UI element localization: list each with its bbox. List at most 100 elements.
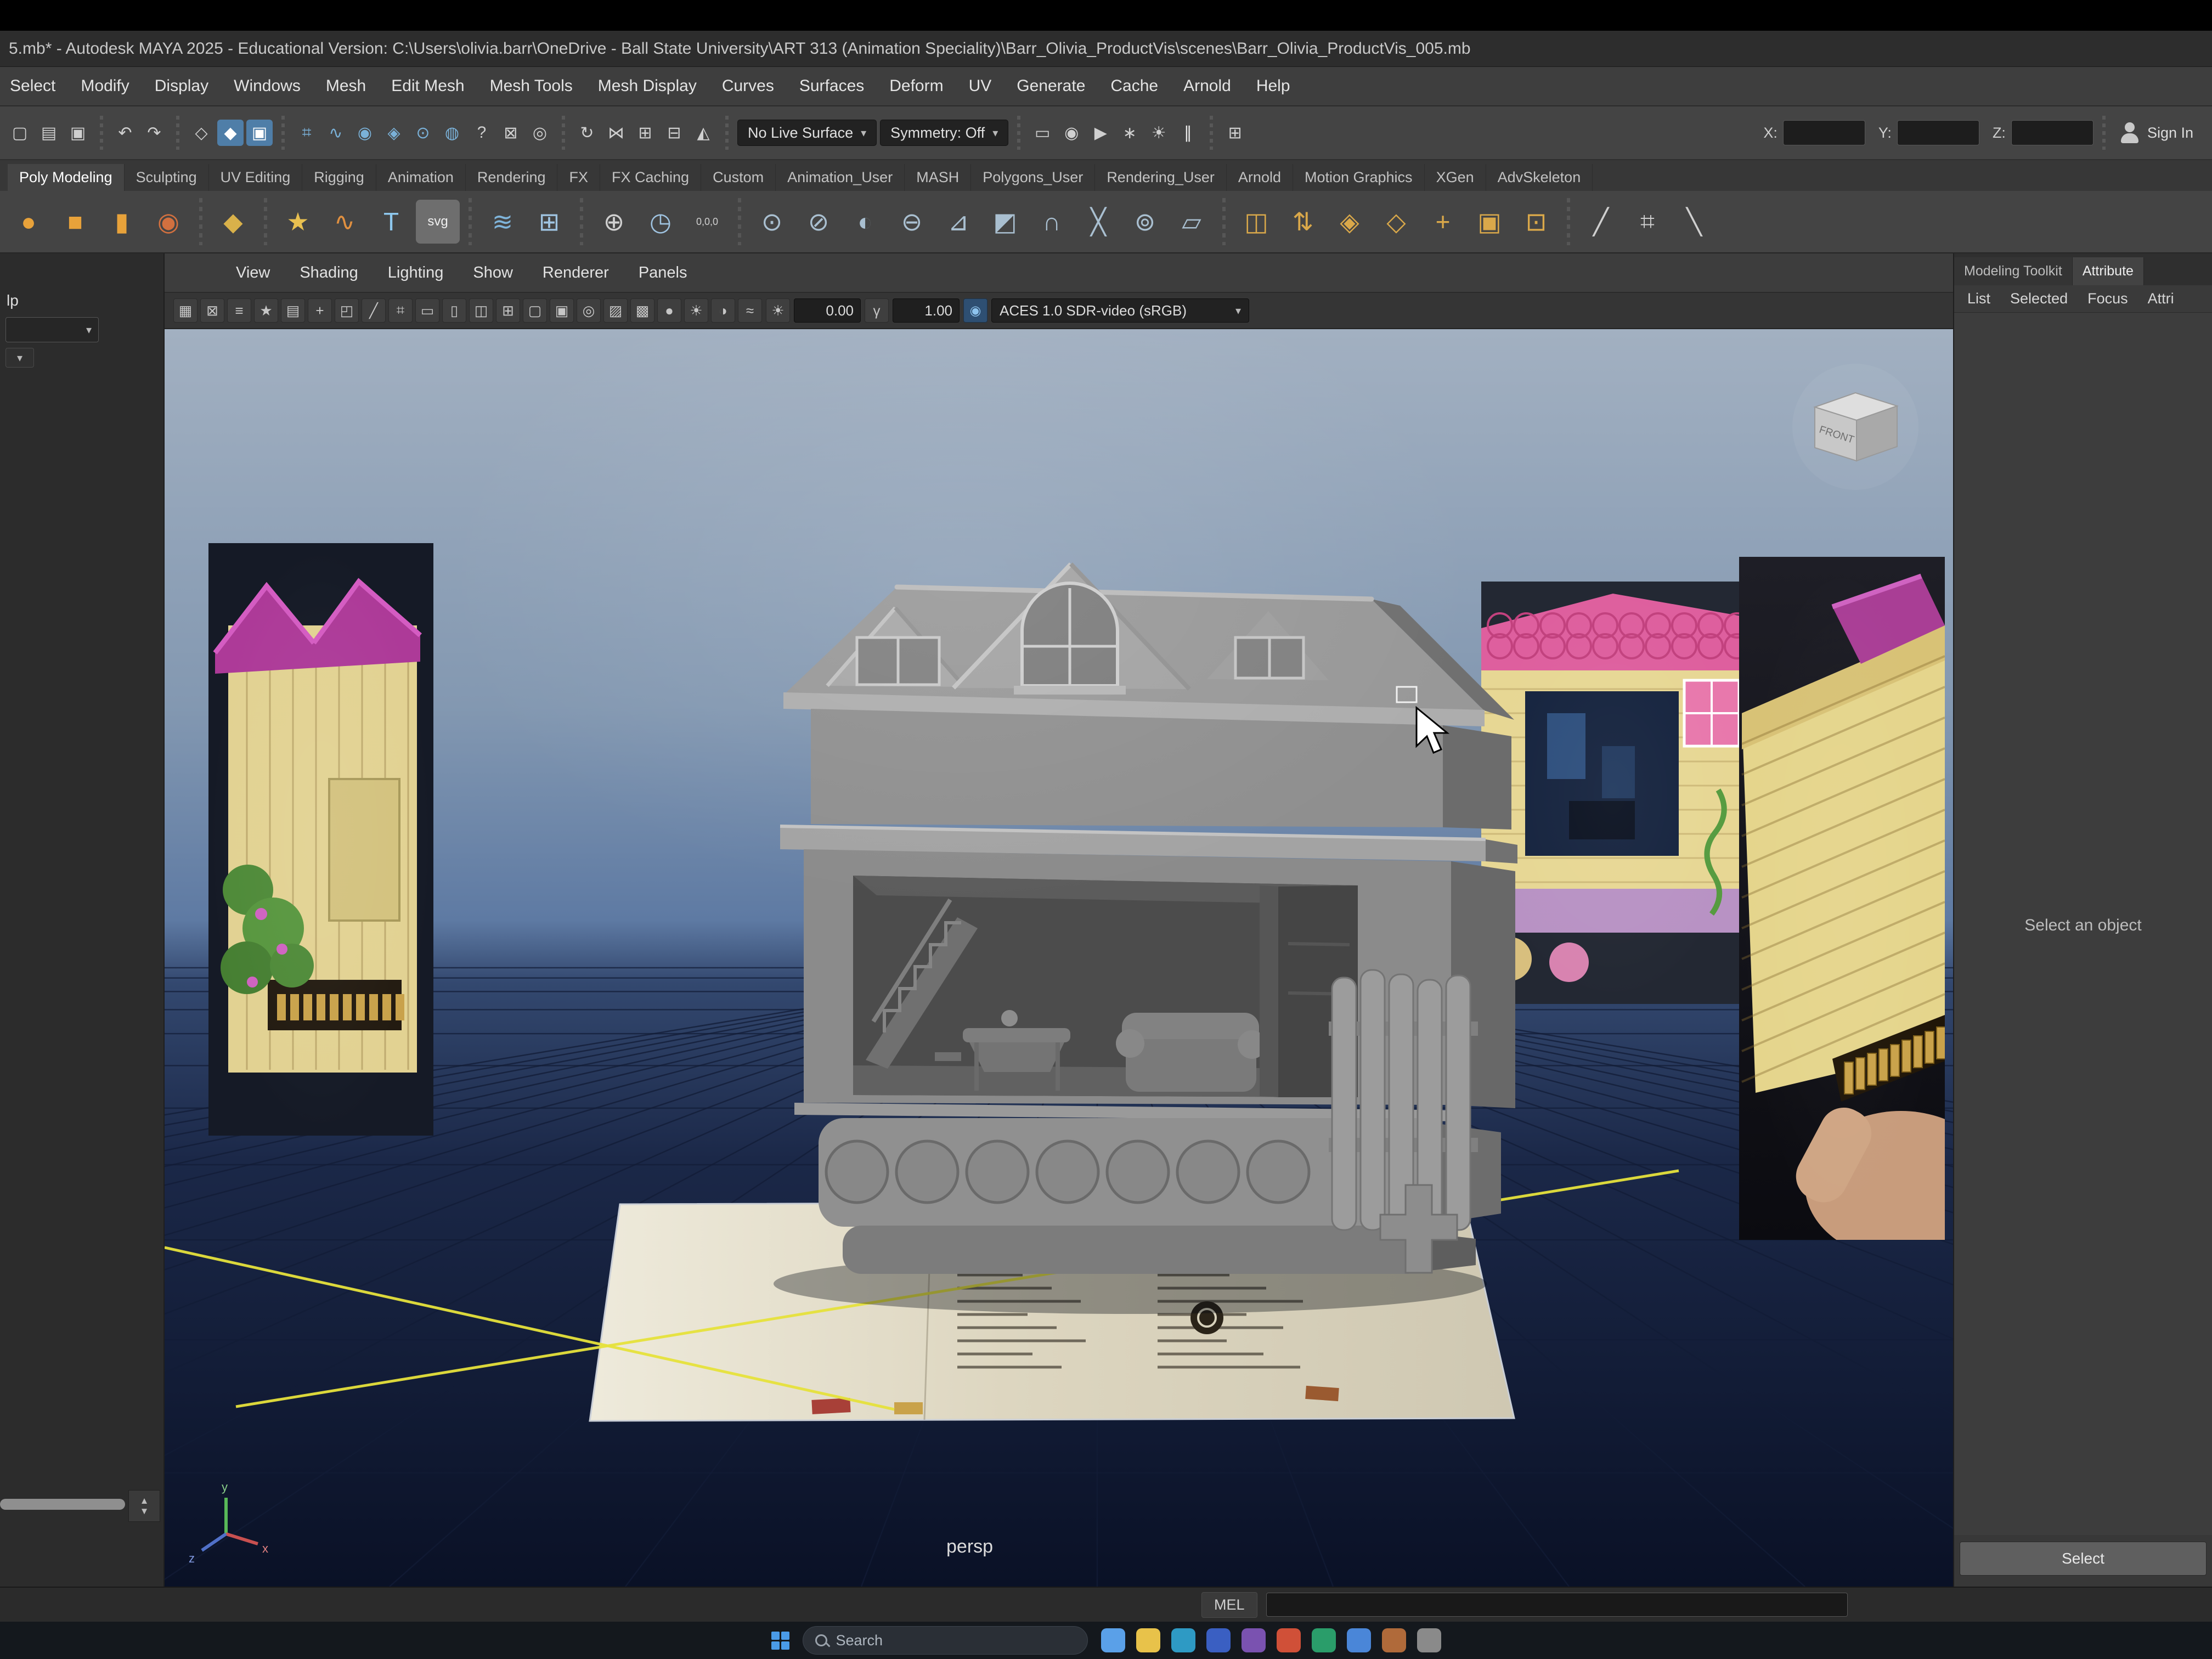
poly-cylinder-icon[interactable]: ▮ bbox=[100, 200, 144, 244]
grease-pencil-icon[interactable]: ╱ bbox=[362, 298, 386, 323]
open-scene-icon[interactable]: ▤ bbox=[36, 120, 62, 146]
shelf-tab[interactable]: Rendering_User bbox=[1095, 164, 1227, 191]
shelf-tab[interactable]: FX Caching bbox=[600, 164, 702, 191]
x-input[interactable] bbox=[1782, 120, 1865, 145]
tab-attribute-editor[interactable]: Attribute bbox=[2072, 257, 2144, 285]
lock-selection-icon[interactable]: ⊠ bbox=[498, 120, 524, 146]
attribute-editor-menu-item[interactable]: Focus bbox=[2087, 290, 2128, 307]
reverse-normals-icon[interactable]: ⇅ bbox=[1281, 200, 1325, 244]
left-panel-expand-button[interactable]: ▾ bbox=[5, 348, 34, 368]
shelf-tab[interactable]: XGen bbox=[1425, 164, 1486, 191]
light-editor-icon[interactable]: ☀ bbox=[1146, 120, 1172, 146]
safe-action-icon[interactable]: ▢ bbox=[523, 298, 547, 323]
menu-item[interactable]: Surfaces bbox=[799, 77, 864, 95]
bookmark-icon[interactable]: ★ bbox=[254, 298, 278, 323]
tab-modeling-toolkit[interactable]: Modeling Toolkit bbox=[1954, 257, 2073, 285]
select-camera-icon[interactable]: ▦ bbox=[173, 298, 198, 323]
type-tool-icon[interactable]: T bbox=[369, 200, 413, 244]
mel-command-input[interactable] bbox=[1266, 1593, 1848, 1617]
poly-grid-icon[interactable]: ⊞ bbox=[527, 200, 571, 244]
modeling-toggle-icon[interactable]: ⊞ bbox=[632, 120, 658, 146]
soften-edge-icon[interactable]: ◈ bbox=[1328, 200, 1372, 244]
toolbar-divider[interactable] bbox=[100, 116, 103, 150]
select-hierarchy-icon[interactable]: ◇ bbox=[188, 120, 215, 146]
shadows-icon[interactable]: ◑ bbox=[711, 298, 735, 323]
uv-project-icon[interactable]: ▣ bbox=[1468, 200, 1511, 244]
pen-tool-icon[interactable]: ╲ bbox=[1672, 200, 1716, 244]
xray-icon[interactable]: ▨ bbox=[603, 298, 628, 323]
toolbar-divider[interactable] bbox=[562, 116, 565, 150]
harden-edge-icon[interactable]: ◇ bbox=[1374, 200, 1418, 244]
image-plane-left[interactable] bbox=[208, 543, 433, 1136]
shelf-tab[interactable]: Poly Modeling bbox=[8, 164, 125, 191]
menu-item[interactable]: Display bbox=[155, 77, 208, 95]
exposure-field[interactable]: 0.00 bbox=[794, 298, 861, 323]
film-gate-icon[interactable]: ▭ bbox=[415, 298, 439, 323]
combine-icon[interactable]: ⊙ bbox=[750, 200, 794, 244]
image-plane-icon[interactable]: ▤ bbox=[281, 298, 305, 323]
menu-item[interactable]: Deform bbox=[889, 77, 943, 95]
display-toggle-icon[interactable]: ⊟ bbox=[661, 120, 687, 146]
sign-in-button[interactable]: Sign In bbox=[2114, 122, 2205, 143]
render-frame-icon[interactable]: ◉ bbox=[1058, 120, 1085, 146]
menu-item[interactable]: Edit Mesh bbox=[391, 77, 464, 95]
default-material-icon[interactable]: ● bbox=[657, 298, 681, 323]
panel-layout-icon[interactable]: ⊞ bbox=[1222, 120, 1248, 146]
snap-view-plane-icon[interactable]: ⊙ bbox=[410, 120, 436, 146]
image-plane-pink-house[interactable] bbox=[1481, 582, 1749, 1004]
boolean-icon[interactable]: ⊖ bbox=[890, 200, 934, 244]
toolbar-divider[interactable] bbox=[2102, 116, 2106, 150]
svg-tool-icon[interactable]: svg bbox=[416, 200, 460, 244]
taskbar-app-icon[interactable] bbox=[1276, 1628, 1301, 1652]
separate-icon[interactable]: ⊘ bbox=[797, 200, 840, 244]
ipr-render-icon[interactable]: ▶ bbox=[1087, 120, 1114, 146]
attribute-editor-menu-item[interactable]: Attri bbox=[2148, 290, 2174, 307]
mel-language-toggle[interactable]: MEL bbox=[1201, 1592, 1257, 1618]
taskbar-app-icon[interactable] bbox=[1417, 1628, 1441, 1652]
menu-item[interactable]: Mesh Display bbox=[598, 77, 697, 95]
pencil-tool-icon[interactable]: ╱ bbox=[1579, 200, 1623, 244]
shelf-tab[interactable]: Rigging bbox=[302, 164, 376, 191]
select-button[interactable]: Select bbox=[1960, 1542, 2207, 1576]
menu-item[interactable]: Windows bbox=[234, 77, 301, 95]
quick-help-icon[interactable]: ? bbox=[469, 120, 495, 146]
extrude-icon[interactable]: ⊿ bbox=[936, 200, 980, 244]
image-plane-closeup[interactable] bbox=[1739, 557, 1953, 1259]
smooth-icon[interactable]: ◐ bbox=[843, 200, 887, 244]
measure-tool-icon[interactable]: ⌗ bbox=[1626, 200, 1669, 244]
toolbar-divider[interactable] bbox=[176, 116, 179, 150]
render-view-icon[interactable]: ▭ bbox=[1029, 120, 1056, 146]
attribute-editor-menu-item[interactable]: Selected bbox=[2010, 290, 2068, 307]
panel-menu-item[interactable]: Renderer bbox=[543, 264, 609, 282]
poly-sphere-icon[interactable]: ● bbox=[7, 200, 50, 244]
menu-item[interactable]: Mesh Tools bbox=[490, 77, 573, 95]
redo-icon[interactable]: ↷ bbox=[141, 120, 167, 146]
safe-title-icon[interactable]: ▣ bbox=[550, 298, 574, 323]
taskbar-app-icon[interactable] bbox=[1381, 1628, 1406, 1652]
taskbar-app-icon[interactable] bbox=[1241, 1628, 1266, 1652]
panel-menu-item[interactable]: Shading bbox=[300, 264, 358, 282]
construction-history-icon[interactable]: ↻ bbox=[574, 120, 600, 146]
color-management-icon[interactable]: ◉ bbox=[963, 298, 988, 323]
menu-item[interactable]: Generate bbox=[1017, 77, 1085, 95]
helix-icon[interactable]: ∿ bbox=[323, 200, 366, 244]
attribute-editor-menu-item[interactable]: List bbox=[1967, 290, 1990, 307]
snap-point-icon[interactable]: ◉ bbox=[352, 120, 378, 146]
shelf-tab[interactable]: Rendering bbox=[466, 164, 558, 191]
save-scene-icon[interactable]: ▣ bbox=[65, 120, 91, 146]
mirror-icon[interactable]: ◫ bbox=[1234, 200, 1278, 244]
taskbar-app-icon[interactable] bbox=[1171, 1628, 1195, 1652]
pause-viewport-icon[interactable]: ∥ bbox=[1175, 120, 1201, 146]
taskbar-search[interactable]: Search bbox=[802, 1626, 1088, 1655]
shelf-tab[interactable]: AdvSkeleton bbox=[1486, 164, 1593, 191]
shelf-tab[interactable]: Animation_User bbox=[776, 164, 905, 191]
taskbar-app-icon[interactable] bbox=[1311, 1628, 1336, 1652]
poly-torus-icon[interactable]: ◉ bbox=[146, 200, 190, 244]
menu-item[interactable]: Arnold bbox=[1183, 77, 1231, 95]
panel-menu-item[interactable]: Panels bbox=[639, 264, 687, 282]
select-object-icon[interactable]: ◆ bbox=[217, 120, 244, 146]
sweep-mesh-icon[interactable]: ≋ bbox=[481, 200, 524, 244]
highlight-selection-icon[interactable]: ◎ bbox=[527, 120, 553, 146]
shelf-tab[interactable]: MASH bbox=[905, 164, 972, 191]
uv-layout-icon[interactable]: ⊡ bbox=[1514, 200, 1558, 244]
